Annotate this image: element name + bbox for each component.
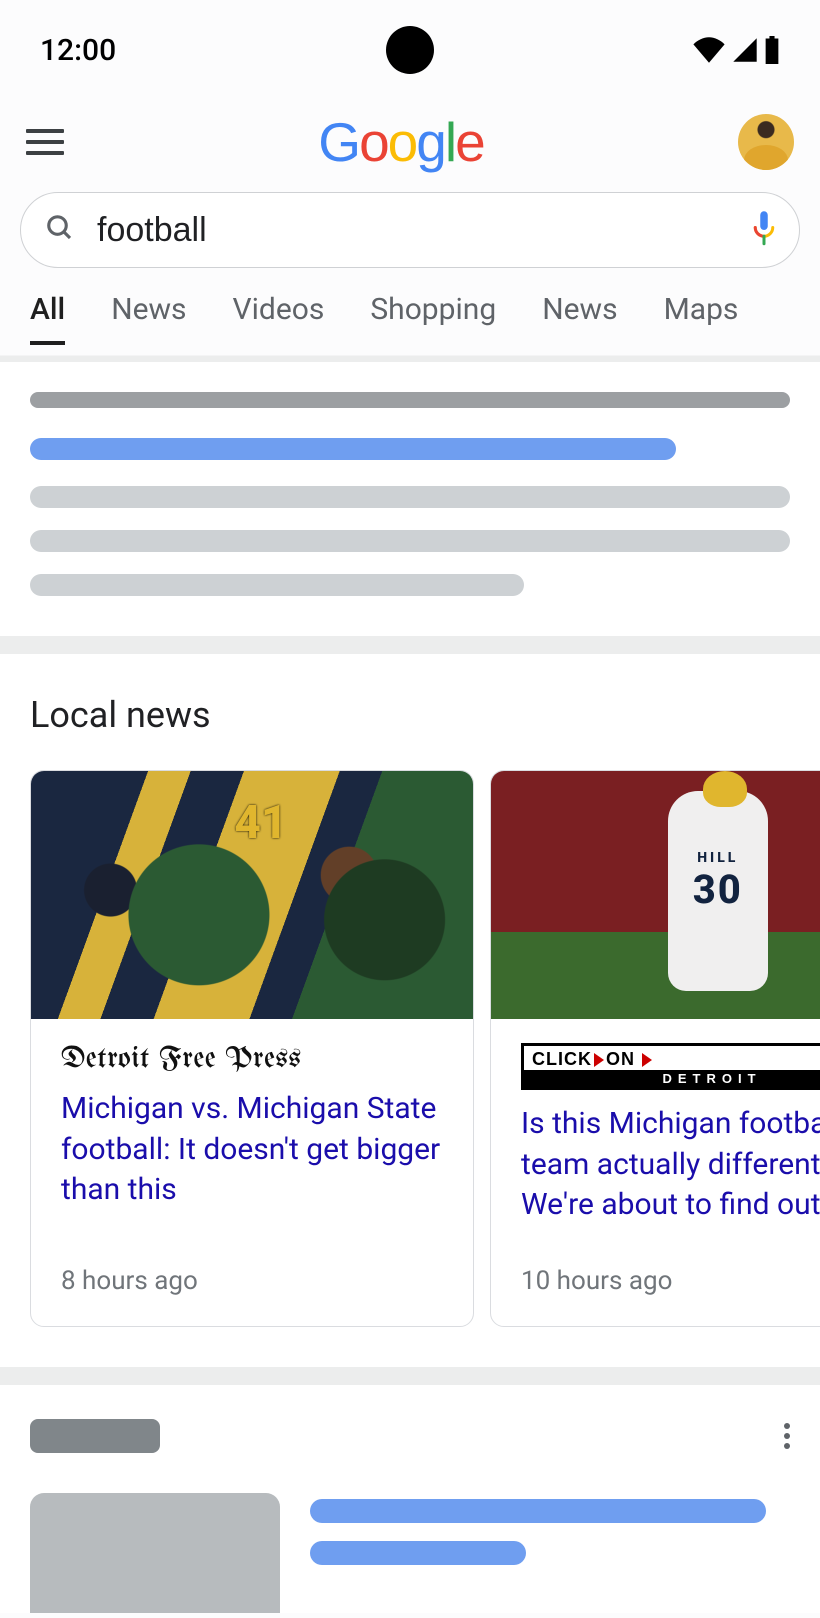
skeleton-line — [30, 530, 790, 552]
status-icons — [692, 36, 780, 64]
skeleton-line — [310, 1541, 526, 1565]
result-skeleton-2 — [0, 1385, 820, 1613]
search-icon — [45, 213, 75, 247]
divider — [0, 1367, 820, 1385]
skeleton-line — [310, 1499, 766, 1523]
news-headline: Michigan vs. Michigan State football: It… — [61, 1089, 443, 1211]
status-bar: 12:00 — [0, 0, 820, 100]
battery-icon — [764, 36, 780, 64]
avatar[interactable] — [738, 114, 794, 170]
logo-letter: g — [416, 110, 445, 174]
source-sub: DETROIT — [524, 1070, 820, 1087]
tab-all[interactable]: All — [30, 292, 65, 345]
wifi-icon — [692, 37, 726, 63]
local-news-section: Local news Detroit Free Press Michigan v… — [0, 654, 820, 1367]
logo-letter: e — [455, 110, 484, 174]
more-icon[interactable] — [784, 1423, 790, 1449]
menu-icon[interactable] — [26, 129, 64, 155]
news-source: CLICKON DETROIT — [521, 1043, 820, 1090]
tab-shopping[interactable]: Shopping — [370, 292, 496, 345]
tab-maps[interactable]: Maps — [664, 292, 739, 345]
play-icon — [642, 1053, 652, 1067]
news-card[interactable]: Detroit Free Press Michigan vs. Michigan… — [30, 770, 474, 1327]
skeleton-line — [30, 392, 790, 408]
jersey-number: HILL30 — [668, 850, 768, 913]
news-card[interactable]: HILL30 CLICKON DETROIT Is this Michigan … — [490, 770, 820, 1327]
skeleton-line — [30, 574, 524, 596]
search-input[interactable] — [97, 211, 749, 250]
tab-videos[interactable]: Videos — [233, 292, 325, 345]
google-logo[interactable]: Google — [318, 110, 483, 174]
skeleton-line — [30, 486, 790, 508]
news-headline: Is this Michigan football team actually … — [521, 1104, 820, 1226]
logo-letter: l — [445, 110, 455, 174]
news-source: Detroit Free Press — [61, 1043, 443, 1075]
logo-letter: o — [359, 110, 388, 174]
camera-cutout — [386, 26, 434, 74]
logo-letter: o — [388, 110, 417, 174]
news-timestamp: 10 hours ago — [521, 1226, 820, 1296]
search-tabs: All News Videos Shopping News Maps — [0, 268, 820, 356]
tab-news[interactable]: News — [111, 292, 186, 345]
tab-news-2[interactable]: News — [542, 292, 617, 345]
section-heading: Local news — [30, 694, 820, 736]
skeleton-chip — [30, 1419, 160, 1453]
logo-letter: G — [318, 110, 359, 174]
app-header: Google — [0, 100, 820, 192]
skeleton-line — [30, 438, 676, 460]
news-cards-row[interactable]: Detroit Free Press Michigan vs. Michigan… — [30, 770, 820, 1327]
result-skeleton — [0, 362, 820, 636]
divider — [0, 636, 820, 654]
news-image — [31, 771, 473, 1019]
mic-icon[interactable] — [749, 210, 779, 250]
skeleton-thumbnail — [30, 1493, 280, 1613]
search-box[interactable] — [20, 192, 800, 268]
news-timestamp: 8 hours ago — [61, 1226, 443, 1296]
status-time: 12:00 — [40, 33, 116, 68]
news-image: HILL30 — [491, 771, 820, 1019]
cellular-icon — [732, 37, 758, 63]
